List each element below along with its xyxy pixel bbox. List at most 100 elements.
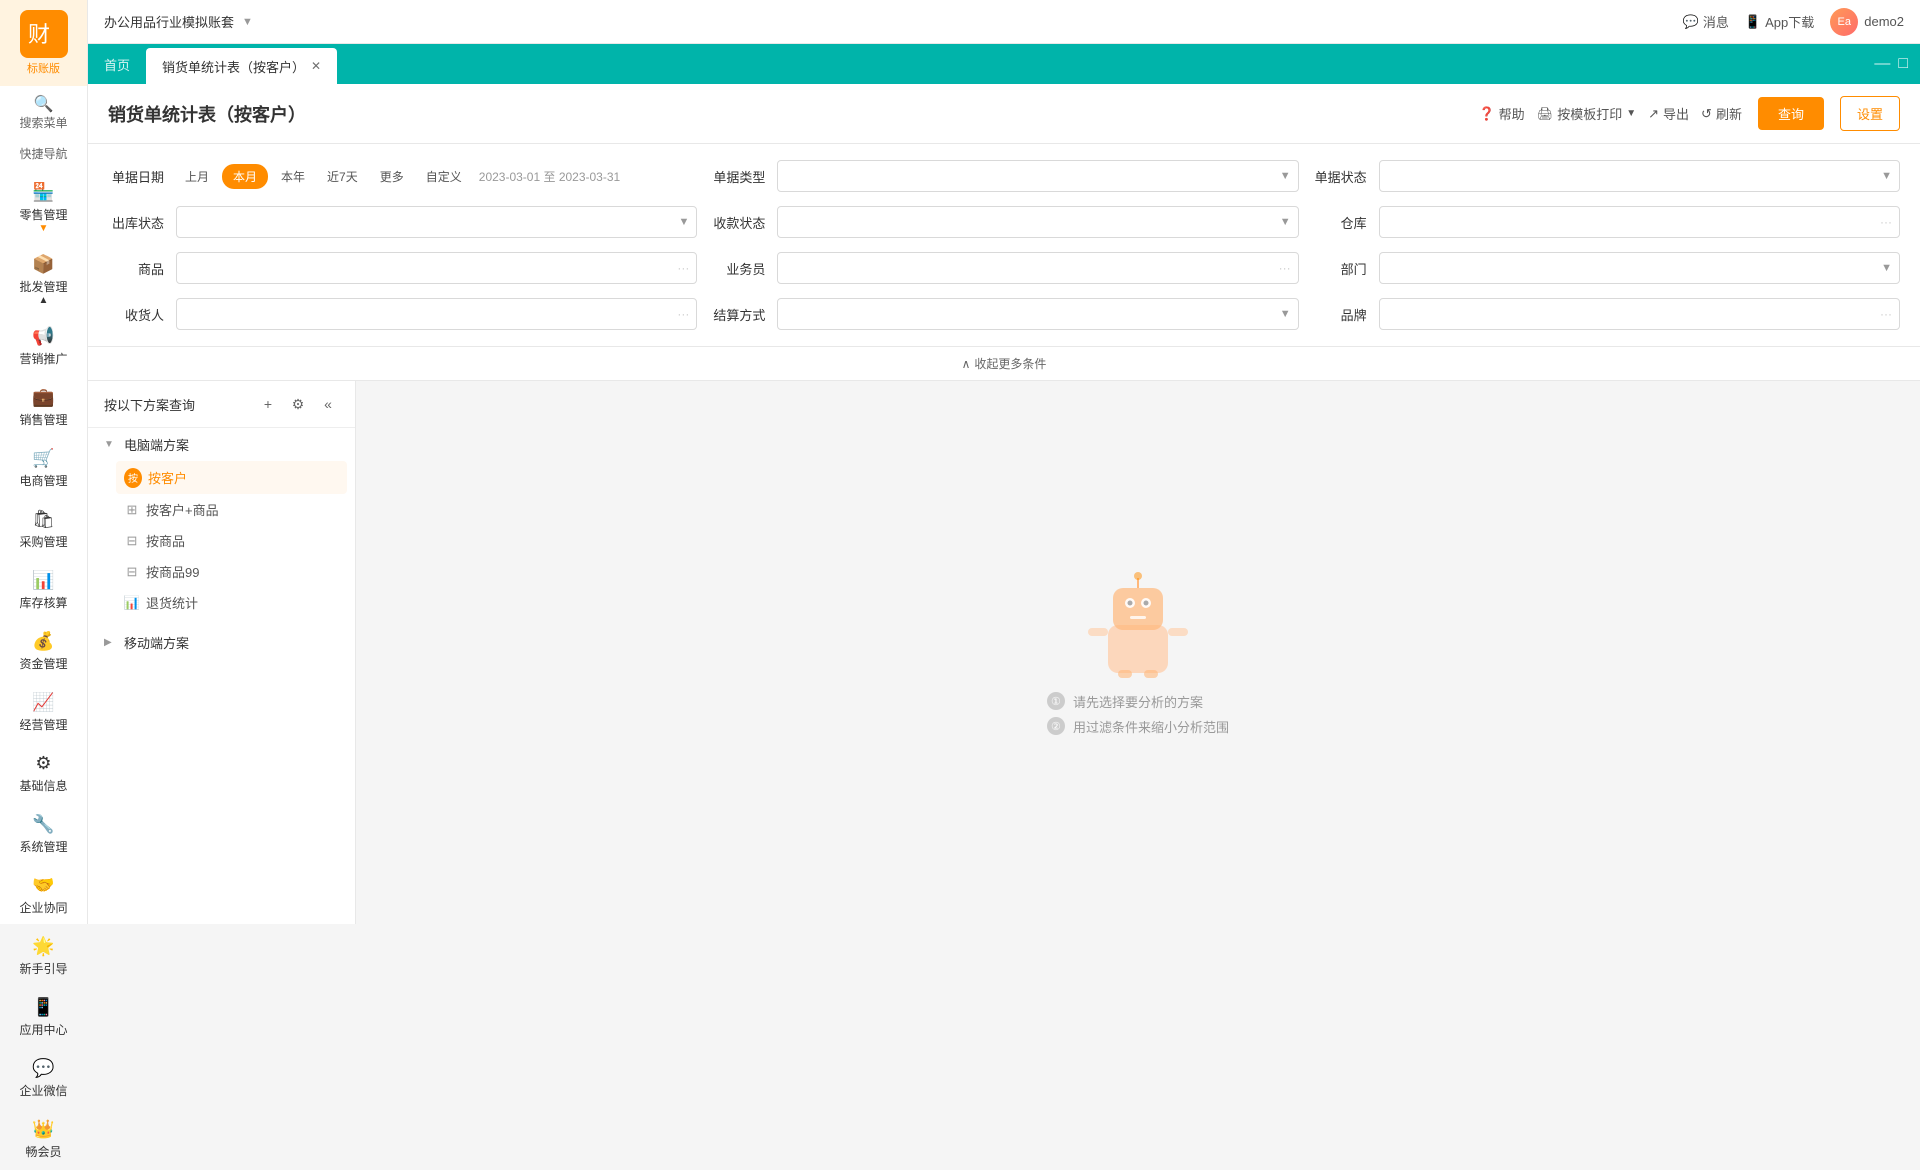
sales-icon: 💼 (32, 387, 54, 408)
filter-row-4: 收货人 ··· 结算方式 ▼ 品牌 ··· (108, 298, 1900, 330)
left-panel-header: 按以下方案查询 + ⚙ « (88, 381, 355, 428)
sidebar-item-marketing[interactable]: 📢 营销推广 (0, 316, 87, 377)
wechat-icon: 💬 (32, 1058, 54, 1079)
date-btn-thismonth[interactable]: 本月 (222, 164, 268, 189)
sidebar-item-wechat[interactable]: 💬 企业微信 (0, 1048, 87, 1109)
tab-close-icon[interactable]: ✕ (311, 59, 321, 73)
payment-status-select[interactable] (777, 206, 1298, 238)
scheme-item-product99[interactable]: ⊟ 按商品99 (116, 556, 347, 587)
date-btn-7days[interactable]: 近7天 (318, 162, 367, 191)
brand-input[interactable] (1379, 298, 1900, 330)
download-icon: 📱 (1745, 14, 1761, 30)
sidebar-item-cooperation[interactable]: 🤝 企业协同 (0, 865, 87, 926)
tab-minimize-btn[interactable]: — (1874, 55, 1890, 73)
tab-sales-stats[interactable]: 销货单统计表（按客户） ✕ (146, 48, 337, 84)
collapse-up-icon: ∧ (962, 357, 971, 371)
filter-panel: 单据日期 上月 本月 本年 近7天 更多 自定义 2023-03-01 至 20… (88, 144, 1920, 347)
warehouse-input[interactable] (1379, 206, 1900, 238)
add-scheme-btn[interactable]: + (257, 393, 279, 415)
salesperson-input[interactable] (777, 252, 1298, 284)
out-status-control: ▼ (176, 206, 697, 238)
sidebar-item-purchase[interactable]: 🛍 采购管理 (0, 499, 87, 560)
sidebar-item-system[interactable]: 🔧 系统管理 (0, 804, 87, 865)
collapse-panel-btn[interactable]: « (317, 393, 339, 415)
desktop-section-header[interactable]: ▼ 电脑端方案 (96, 428, 347, 461)
table-icon-2: ⊟ (124, 564, 140, 580)
empty-state: ① 请先选择要分析的方案 ② 用过滤条件来缩小分析范围 (1047, 570, 1229, 736)
sidebar: 财 标账版 🔍 搜索菜单 快捷导航 🏪 零售管理 ▼ 📦 批发管理 ▲ 📢 营销… (0, 0, 88, 924)
tab-home[interactable]: 首页 (88, 44, 146, 84)
user-profile-btn[interactable]: Ea demo2 (1830, 8, 1904, 36)
date-btn-more[interactable]: 更多 (371, 162, 413, 191)
settlement-select[interactable] (777, 298, 1298, 330)
refresh-btn[interactable]: ↺ 刷新 (1701, 104, 1742, 123)
sidebar-item-retail[interactable]: 🏪 零售管理 ▼ (0, 172, 87, 244)
scheme-item-customer-product[interactable]: ⊞ 按客户+商品 (116, 494, 347, 525)
order-status-select[interactable] (1379, 160, 1900, 192)
settlement-control: ▼ (777, 298, 1298, 330)
recipient-input[interactable] (176, 298, 697, 330)
finance-icon: 💰 (32, 631, 54, 652)
export-icon: ↗ (1648, 106, 1659, 122)
scheme-item-returns[interactable]: 📊 退货统计 (116, 587, 347, 618)
message-icon: 💬 (1683, 14, 1699, 30)
sidebar-item-member[interactable]: 👑 畅会员 (0, 1109, 87, 1170)
industry-selector[interactable]: 办公用品行业模拟账套 (104, 12, 234, 31)
app-download-btn[interactable]: 📱 App下载 (1745, 12, 1814, 31)
user-avatar: Ea (1830, 8, 1858, 36)
sidebar-item-appcenter[interactable]: 📱 应用中心 (0, 987, 87, 1048)
sidebar-item-sales[interactable]: 💼 销售管理 (0, 377, 87, 438)
date-btn-thisyear[interactable]: 本年 (272, 162, 314, 191)
query-button[interactable]: 查询 (1758, 97, 1824, 130)
search-menu-item[interactable]: 🔍 搜索菜单 (0, 86, 87, 139)
sidebar-item-ecommerce[interactable]: 🛒 电商管理 (0, 438, 87, 499)
collapse-text: ∧ 收起更多条件 (962, 355, 1047, 372)
member-icon: 👑 (32, 1119, 54, 1140)
sidebar-item-inventory[interactable]: 📊 库存核算 (0, 560, 87, 621)
collapse-bar[interactable]: ∧ 收起更多条件 (88, 347, 1920, 381)
mobile-section-header[interactable]: ▶ 移动端方案 (96, 626, 347, 659)
department-label: 部门 (1311, 259, 1367, 278)
empty-tip-1: ① 请先选择要分析的方案 (1047, 692, 1229, 711)
help-btn[interactable]: ❓ 帮助 (1478, 104, 1524, 123)
product-input[interactable] (176, 252, 697, 284)
page-title: 销货单统计表（按客户） (108, 101, 306, 127)
mobile-section-label: 移动端方案 (124, 633, 189, 652)
scheme-label-product: 按商品 (146, 531, 185, 550)
settings-scheme-btn[interactable]: ⚙ (287, 393, 309, 415)
date-btn-lastmonth[interactable]: 上月 (176, 162, 218, 191)
tab-maximize-btn[interactable]: □ (1898, 55, 1908, 73)
sidebar-item-wholesale[interactable]: 📦 批发管理 ▲ (0, 244, 87, 316)
print-btn[interactable]: 🖨 按模板打印 ▼ (1537, 104, 1636, 123)
salesperson-dots: ··· (1279, 261, 1291, 275)
message-btn[interactable]: 💬 消息 (1683, 12, 1729, 31)
order-status-label: 单据状态 (1311, 167, 1367, 186)
scheme-label-customer-product: 按客户+商品 (146, 500, 219, 519)
customer-scheme-label: 按客户 (148, 468, 187, 487)
main-area: 办公用品行业模拟账套 ▼ 💬 消息 📱 App下载 Ea demo2 首页 (88, 0, 1920, 924)
sidebar-item-basic[interactable]: ⚙ 基础信息 (0, 743, 87, 804)
order-type-select[interactable] (777, 160, 1298, 192)
brand-control: ··· (1379, 298, 1900, 330)
app-subtitle: 标账版 (27, 60, 60, 76)
desktop-section-label: 电脑端方案 (124, 435, 189, 454)
page-actions: ❓ 帮助 🖨 按模板打印 ▼ ↗ 导出 ↺ 刷新 (1478, 104, 1741, 123)
out-status-select[interactable] (176, 206, 697, 238)
sidebar-item-operations[interactable]: 📈 经营管理 (0, 682, 87, 743)
industry-dropdown-icon[interactable]: ▼ (242, 16, 253, 28)
date-btn-custom[interactable]: 自定义 (417, 162, 471, 191)
date-label: 单据日期 (108, 167, 164, 186)
scheme-item-product[interactable]: ⊟ 按商品 (116, 525, 347, 556)
sidebar-item-finance[interactable]: 💰 资金管理 (0, 621, 87, 682)
filter-row-3: 商品 ··· 业务员 ··· 部门 ▼ (108, 252, 1900, 284)
scheme-item-customer[interactable]: 按 按客户 (116, 461, 347, 494)
department-select[interactable] (1379, 252, 1900, 284)
out-status-label: 出库状态 (108, 213, 164, 232)
desktop-expand-icon: ▼ (104, 439, 118, 450)
payment-status-control: ▼ (777, 206, 1298, 238)
inventory-icon: 📊 (32, 570, 54, 591)
salesperson-label: 业务员 (709, 259, 765, 278)
sidebar-item-newuser[interactable]: 🌟 新手引导 (0, 926, 87, 987)
export-btn[interactable]: ↗ 导出 (1648, 104, 1689, 123)
settings-button[interactable]: 设置 (1840, 96, 1900, 131)
